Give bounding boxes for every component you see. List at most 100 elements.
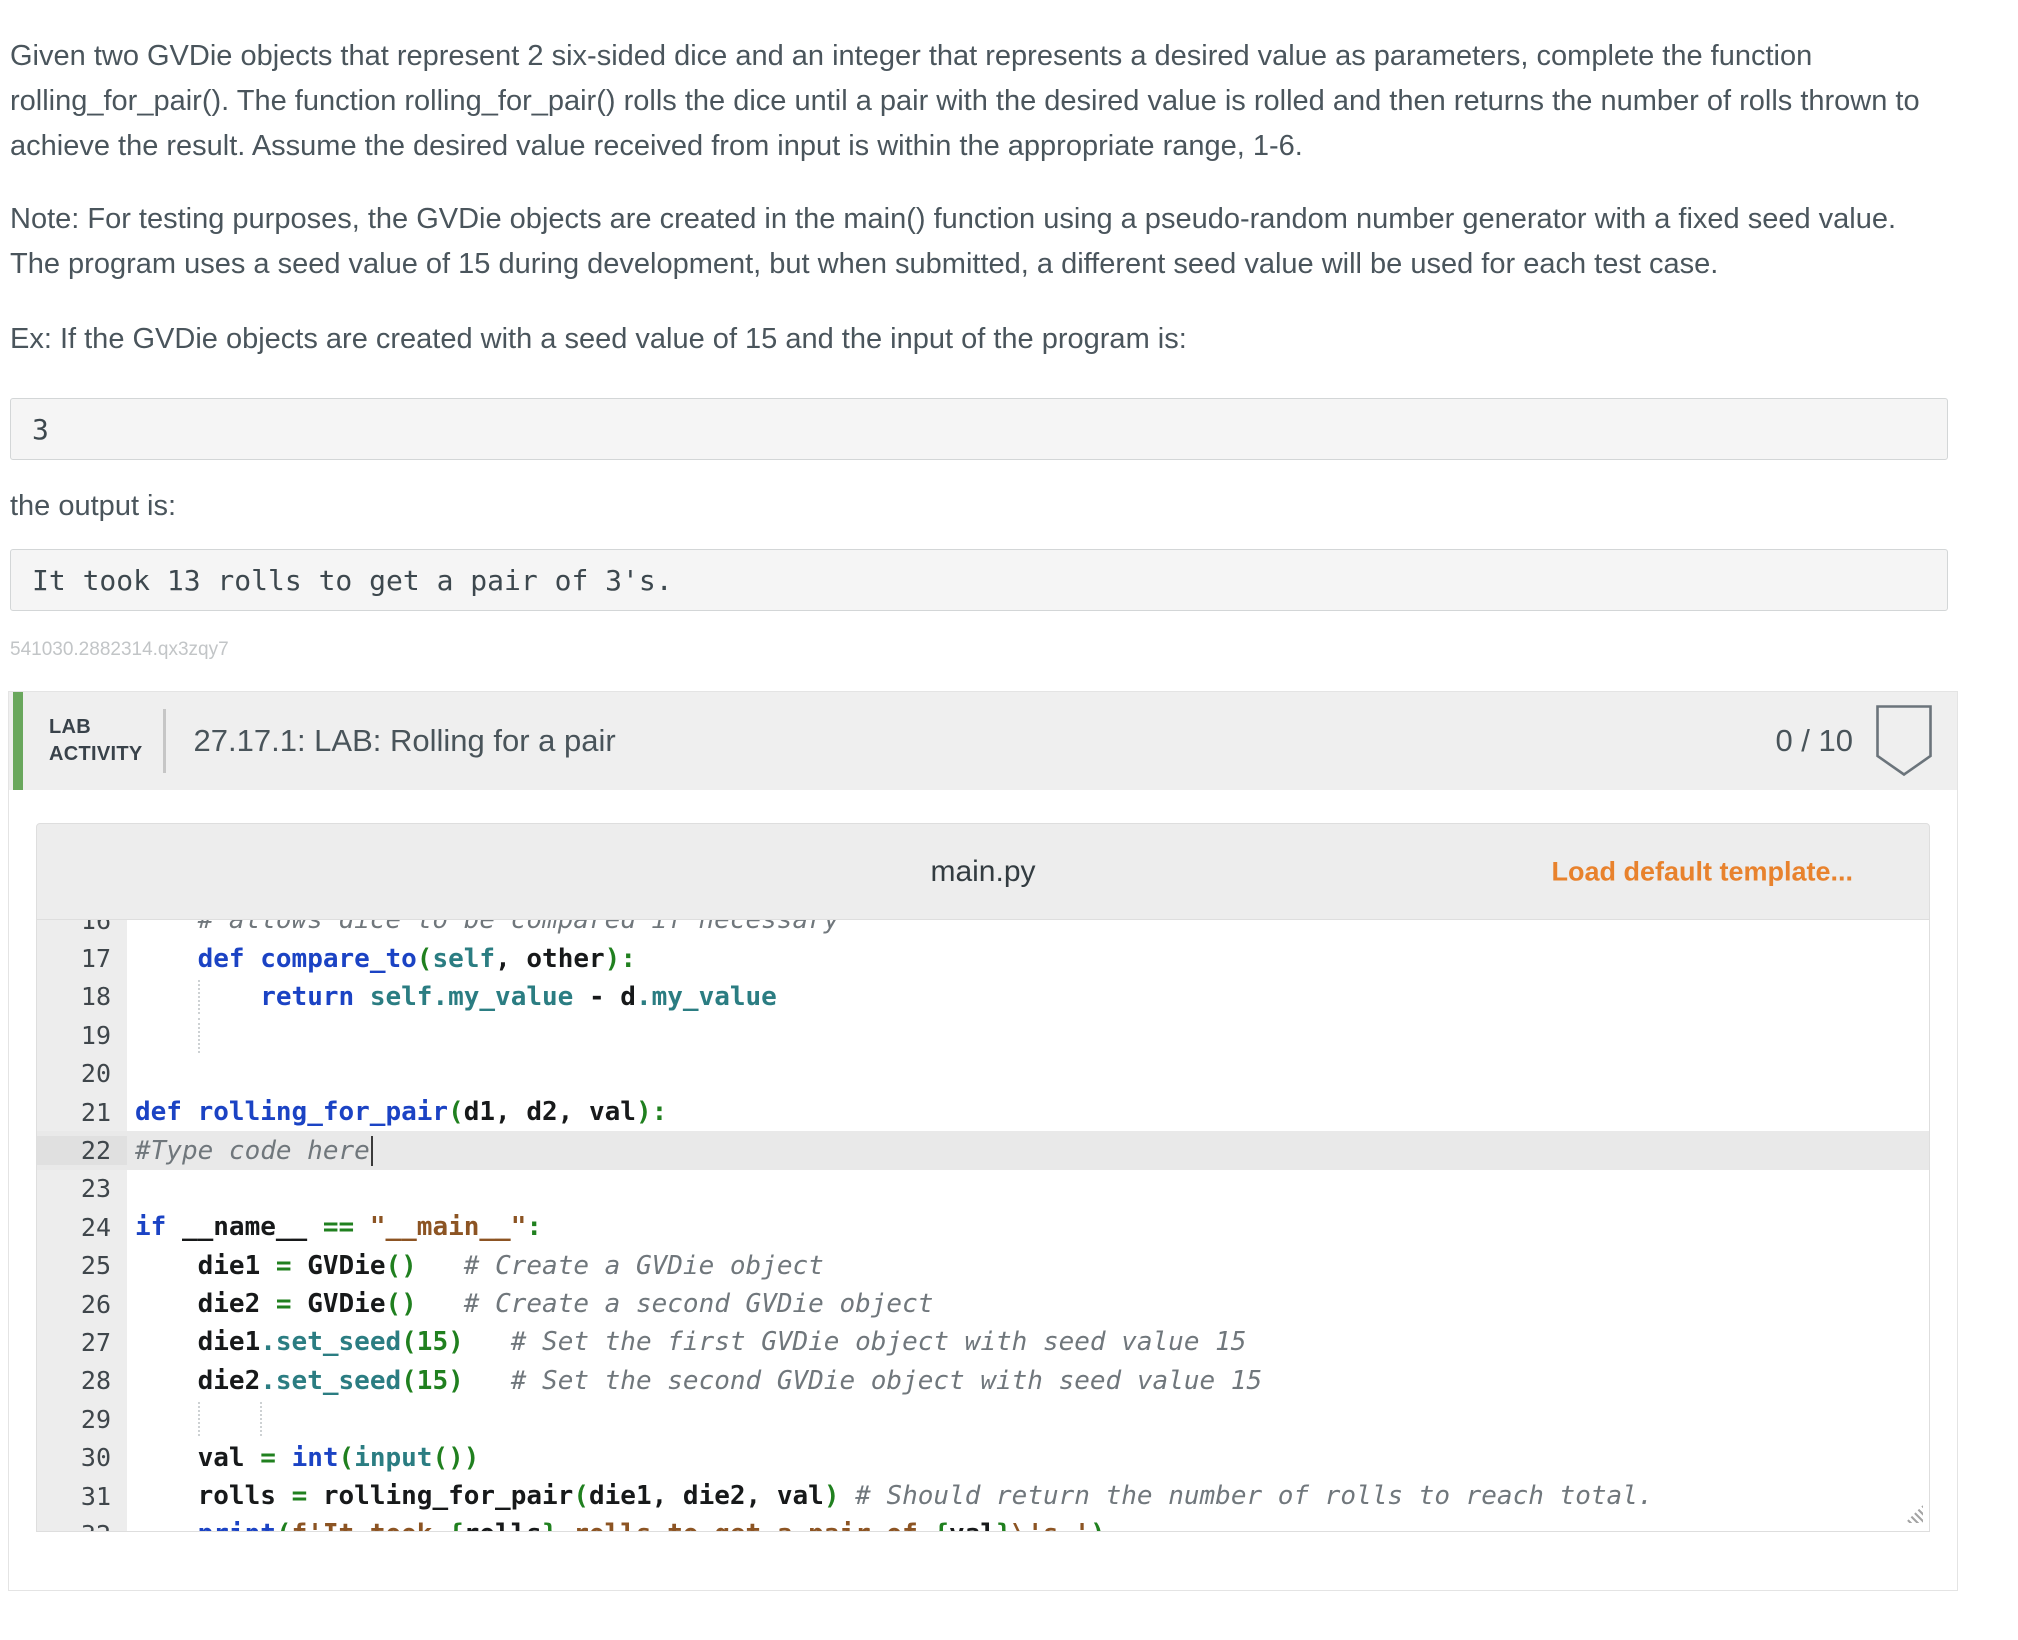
code-token: ()	[432, 1443, 463, 1473]
score-shield-icon	[1875, 704, 1933, 778]
code-line[interactable]: 30 val = int(input())	[37, 1438, 1929, 1476]
code-token: (	[339, 1443, 355, 1473]
code-line-content: return self.my_value - d.my_value	[127, 978, 1929, 1016]
code-line[interactable]: 29	[37, 1400, 1929, 1438]
code-token	[276, 1443, 292, 1473]
code-token: :	[526, 1212, 542, 1242]
code-token: d2	[526, 1097, 557, 1127]
code-token: ):	[636, 1097, 667, 1127]
code-token: val	[949, 1519, 996, 1532]
code-line[interactable]: 26 die2 = GVDie() # Create a second GVDi…	[37, 1285, 1929, 1323]
code-line[interactable]: 21def rolling_for_pair(d1, d2, val):	[37, 1093, 1929, 1131]
code-line[interactable]: 23	[37, 1170, 1929, 1208]
code-line[interactable]: 16 # allows dice to be compared if neces…	[37, 920, 1929, 939]
line-number: 26	[37, 1290, 127, 1319]
indent-guide	[198, 1402, 200, 1436]
code-token	[307, 1481, 323, 1511]
code-token: ()	[386, 1251, 417, 1281]
code-token: "__main__"	[370, 1212, 527, 1242]
code-token: d	[620, 982, 636, 1012]
code-line[interactable]: 25 die1 = GVDie() # Create a GVDie objec…	[37, 1247, 1929, 1285]
line-number: 21	[37, 1098, 127, 1127]
code-line[interactable]: 31 rolls = rolling_for_pair(die1, die2, …	[37, 1477, 1929, 1515]
code-token: (	[448, 1097, 464, 1127]
code-line[interactable]: 27 die1.set_seed(15) # Set the first GVD…	[37, 1323, 1929, 1361]
code-token: ,	[495, 1097, 526, 1127]
code-line-content: rolls = rolling_for_pair(die1, die2, val…	[127, 1477, 1929, 1515]
code-token: __name__	[182, 1212, 307, 1242]
code-line-content: if __name__ == "__main__":	[127, 1208, 1929, 1246]
code-token: }	[996, 1519, 1012, 1532]
badge-line-1: LAB	[49, 714, 143, 741]
code-token	[135, 1443, 198, 1473]
code-token	[417, 1251, 464, 1281]
code-line[interactable]: 20	[37, 1055, 1929, 1093]
code-line[interactable]: 22#Type code here	[37, 1131, 1929, 1169]
code-token: self	[370, 982, 433, 1012]
code-token: ,	[558, 1097, 589, 1127]
line-number: 24	[37, 1213, 127, 1242]
line-number: 17	[37, 944, 127, 973]
code-token: def	[198, 944, 245, 974]
indent-guide	[260, 1402, 262, 1436]
code-token	[135, 1327, 198, 1357]
code-token	[354, 982, 370, 1012]
code-line[interactable]: 32 print(f'It took {rolls} rolls to get …	[37, 1515, 1929, 1532]
activity-accent-strip	[13, 692, 23, 790]
code-token	[354, 1212, 370, 1242]
code-token: -	[589, 982, 605, 1012]
code-token	[292, 1289, 308, 1319]
code-token: .my_value	[432, 982, 573, 1012]
code-line-content: die2 = GVDie() # Create a second GVDie o…	[127, 1285, 1929, 1323]
code-token	[292, 1251, 308, 1281]
code-token	[276, 1481, 292, 1511]
code-token: input	[354, 1443, 432, 1473]
code-line[interactable]: 19	[37, 1016, 1929, 1054]
line-number: 19	[37, 1021, 127, 1050]
example-input-value: 3	[32, 413, 49, 446]
code-token: if	[135, 1212, 166, 1242]
indent-guide	[198, 1018, 200, 1052]
code-token: die2	[198, 1366, 261, 1396]
lab-activity-header: LAB ACTIVITY 27.17.1: LAB: Rolling for a…	[9, 692, 1957, 790]
line-number: 25	[37, 1251, 127, 1280]
badge-line-2: ACTIVITY	[49, 741, 143, 768]
code-token: # Create a second GVDie object	[464, 1289, 934, 1319]
code-token	[260, 1251, 276, 1281]
code-line[interactable]: 17 def compare_to(self, other):	[37, 939, 1929, 977]
code-token: GVDie	[307, 1251, 385, 1281]
code-token: rolls	[198, 1481, 276, 1511]
editor-body[interactable]: 16 # allows dice to be compared if neces…	[36, 920, 1930, 1532]
example-input-box: 3	[10, 398, 1948, 460]
score-text: 0 / 10	[1775, 723, 1853, 759]
load-default-template-link[interactable]: Load default template...	[1551, 856, 1853, 887]
code-token: die2	[683, 1481, 746, 1511]
example-output-value: It took 13 rolls to get a pair of 3's.	[32, 564, 673, 597]
header-divider	[163, 709, 166, 773]
code-token	[573, 982, 589, 1012]
lab-activity-badge: LAB ACTIVITY	[49, 714, 143, 768]
code-token	[135, 1519, 198, 1532]
code-token	[166, 1212, 182, 1242]
code-line-content: # allows dice to be compared if necessar…	[127, 920, 1929, 939]
code-token: 15	[417, 1366, 448, 1396]
code-line-content	[127, 1400, 1929, 1438]
code-token: rolls to get a pair of	[558, 1519, 934, 1532]
code-token: die2	[198, 1289, 261, 1319]
line-number: 22	[37, 1136, 127, 1165]
code-token: GVDie	[307, 1289, 385, 1319]
code-token: )	[1090, 1519, 1106, 1532]
code-line-content	[127, 1055, 1929, 1093]
code-line-content	[127, 1016, 1929, 1054]
code-token: (	[401, 1327, 417, 1357]
code-line-content: die1 = GVDie() # Create a GVDie object	[127, 1247, 1929, 1285]
code-line[interactable]: 18 return self.my_value - d.my_value	[37, 978, 1929, 1016]
code-token: other	[526, 944, 604, 974]
code-token	[260, 1289, 276, 1319]
resource-id: 541030.2882314.qx3zqy7	[10, 639, 2018, 661]
code-line[interactable]: 24if __name__ == "__main__":	[37, 1208, 1929, 1246]
line-number: 16	[37, 920, 127, 935]
code-line-content: print(f'It took {rolls} rolls to get a p…	[127, 1515, 1929, 1532]
code-line[interactable]: 28 die2.set_seed(15) # Set the second GV…	[37, 1362, 1929, 1400]
code-token	[605, 982, 621, 1012]
